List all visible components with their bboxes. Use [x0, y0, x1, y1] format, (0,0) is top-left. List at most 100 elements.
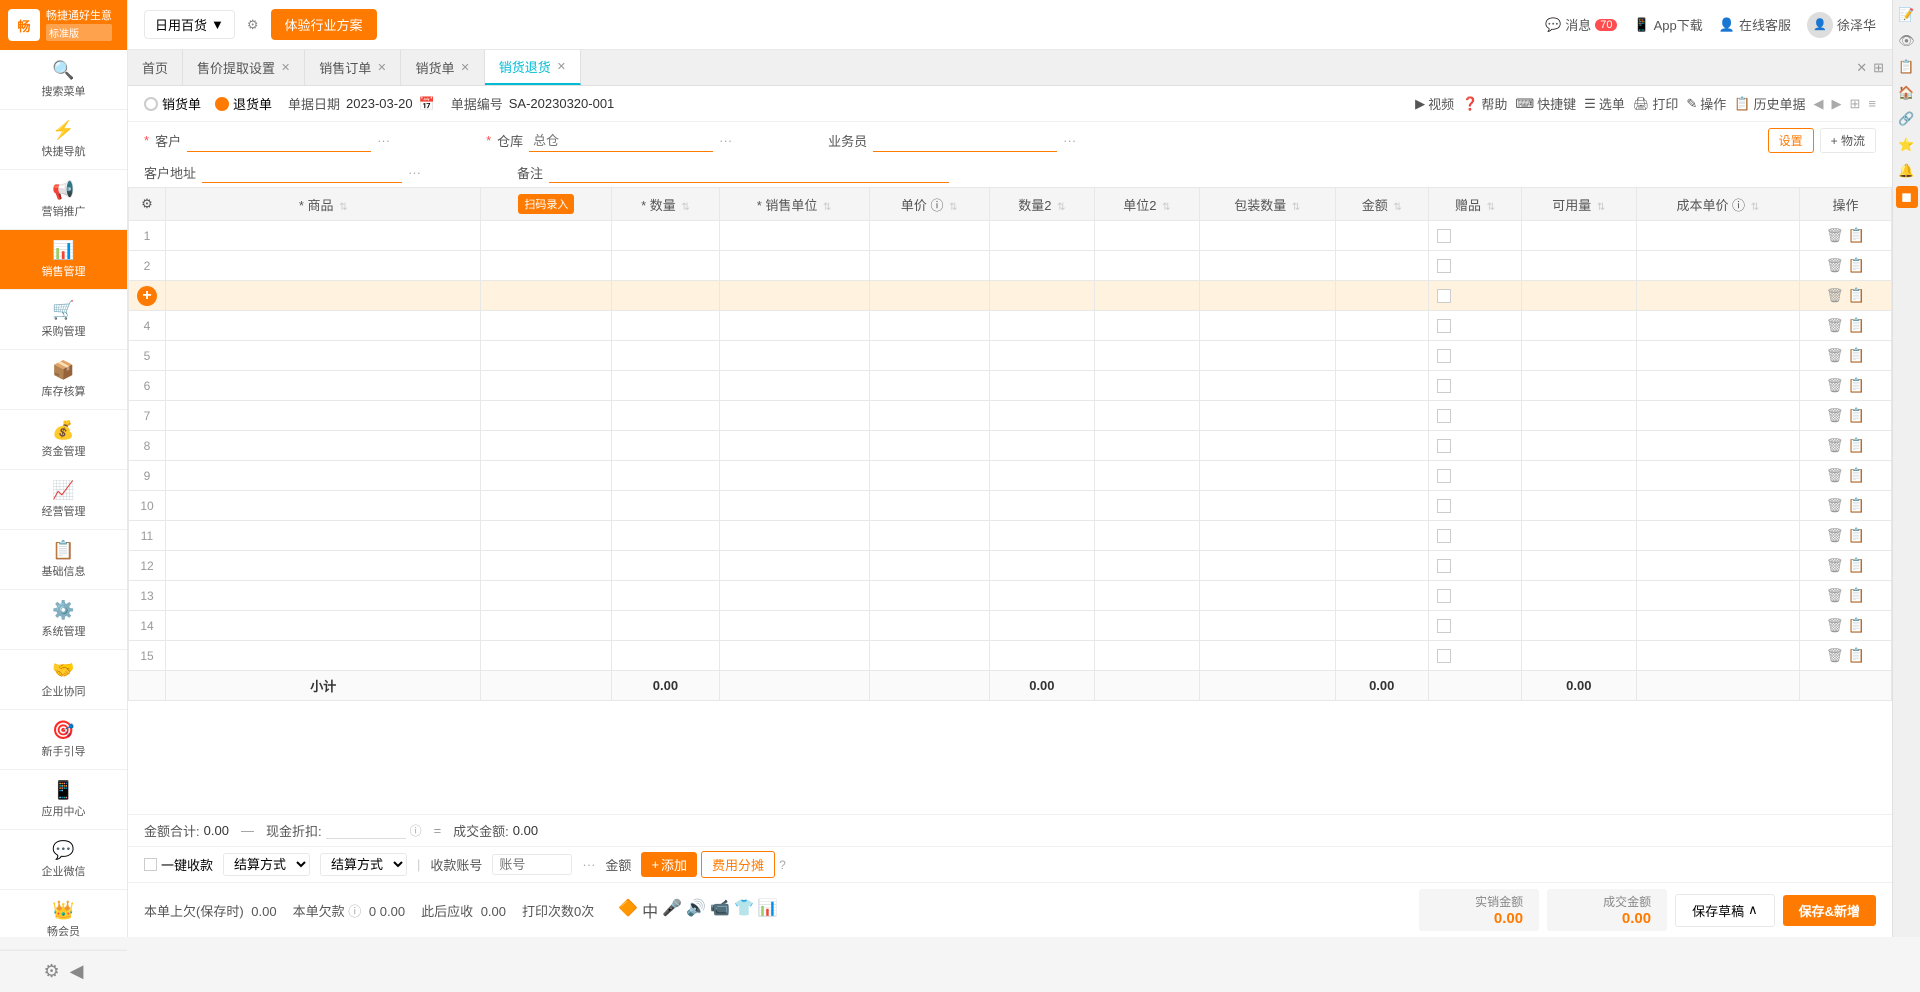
delete-btn[interactable]: 🗑	[1826, 587, 1844, 604]
price-cell[interactable]	[869, 281, 989, 311]
tab-sales-order[interactable]: 销售订单 ✕	[305, 50, 401, 85]
unit-cell[interactable]	[719, 281, 869, 311]
cost-price-cell[interactable]	[1636, 251, 1799, 281]
toolbar-icon-2[interactable]: 中	[642, 898, 658, 922]
gift-checkbox[interactable]	[1437, 289, 1451, 303]
tab-expand-icon[interactable]: ⊞	[1873, 60, 1884, 76]
customer-input[interactable]	[187, 130, 371, 152]
gift-cell[interactable]	[1428, 371, 1521, 401]
price-cell[interactable]	[869, 251, 989, 281]
sidebar-item-system[interactable]: ⚙️ 系统管理	[0, 590, 127, 650]
address-input[interactable]	[202, 161, 402, 183]
gift-cell[interactable]	[1428, 461, 1521, 491]
amount-cell[interactable]	[1335, 371, 1428, 401]
qty-cell[interactable]	[612, 491, 719, 521]
qty2-cell[interactable]	[989, 221, 1094, 251]
gift-checkbox[interactable]	[1437, 529, 1451, 543]
list-view-icon[interactable]: ≡	[1868, 96, 1876, 111]
calculation-select[interactable]: 结算方式	[320, 853, 407, 876]
sidebar-item-inventory[interactable]: 📦 库存核算	[0, 350, 127, 410]
available-cell[interactable]	[1522, 461, 1636, 491]
cost-price-cell[interactable]	[1636, 431, 1799, 461]
tab-close-icon[interactable]: ✕	[377, 61, 386, 74]
copy-btn[interactable]: 📋	[1848, 587, 1865, 604]
sidebar-item-basic[interactable]: 📋 基础信息	[0, 530, 127, 590]
pack-qty-cell[interactable]	[1199, 311, 1335, 341]
delete-btn[interactable]: 🗑	[1826, 377, 1844, 394]
tab-close-icon[interactable]: ✕	[461, 61, 470, 74]
cost-price-cell[interactable]	[1636, 581, 1799, 611]
unit2-cell[interactable]	[1094, 521, 1199, 551]
amount-cell[interactable]	[1335, 401, 1428, 431]
add-btn[interactable]: + + 添加 添加	[641, 852, 697, 877]
unit-cell[interactable]	[719, 461, 869, 491]
goods-cell[interactable]	[166, 551, 481, 581]
gift-checkbox[interactable]	[1437, 559, 1451, 573]
price-cell[interactable]	[869, 461, 989, 491]
goods-input[interactable]	[174, 258, 472, 273]
gift-checkbox[interactable]	[1437, 379, 1451, 393]
toolbar-icon-3[interactable]: 🎤	[662, 898, 682, 922]
customer-picker-icon[interactable]: ···	[377, 133, 390, 148]
right-panel-list-icon[interactable]: 📋	[1896, 56, 1918, 78]
qty2-cell[interactable]	[989, 611, 1094, 641]
unit2-cell[interactable]	[1094, 401, 1199, 431]
amount-cell[interactable]	[1335, 251, 1428, 281]
amount-cell[interactable]	[1335, 461, 1428, 491]
tab-home[interactable]: 首页	[128, 50, 183, 85]
cost-price-cell[interactable]	[1636, 521, 1799, 551]
unit-cell[interactable]	[719, 491, 869, 521]
available-cell[interactable]	[1522, 281, 1636, 311]
delete-btn[interactable]: 🗑	[1826, 407, 1844, 424]
gift-checkbox[interactable]	[1437, 439, 1451, 453]
unit2-cell[interactable]	[1094, 611, 1199, 641]
cost-price-cell[interactable]	[1636, 221, 1799, 251]
price-cell[interactable]	[869, 341, 989, 371]
available-cell[interactable]	[1522, 641, 1636, 671]
available-cell[interactable]	[1522, 341, 1636, 371]
history-action[interactable]: 📋 历史单据	[1734, 94, 1805, 113]
cash-discount-input[interactable]	[326, 823, 406, 839]
price-cell[interactable]	[869, 551, 989, 581]
goods-cell[interactable]	[166, 431, 481, 461]
qty-cell[interactable]	[612, 431, 719, 461]
copy-btn[interactable]: 📋	[1848, 317, 1865, 334]
qty-cell[interactable]	[612, 521, 719, 551]
price-cell[interactable]	[869, 221, 989, 251]
pack-qty-cell[interactable]	[1199, 251, 1335, 281]
pack-qty-cell[interactable]	[1199, 371, 1335, 401]
goods-cell[interactable]	[166, 581, 481, 611]
copy-btn[interactable]: 📋	[1848, 407, 1865, 424]
copy-btn[interactable]: 📋	[1848, 437, 1865, 454]
price-cell[interactable]	[869, 311, 989, 341]
industry-selector[interactable]: 日用百货 ▼	[144, 10, 235, 39]
goods-cell[interactable]	[166, 251, 481, 281]
gift-checkbox[interactable]	[1437, 259, 1451, 273]
qty2-cell[interactable]	[989, 401, 1094, 431]
copy-btn[interactable]: 📋	[1848, 617, 1865, 634]
qty2-cell[interactable]	[989, 311, 1094, 341]
goods-sort-icon[interactable]: ⇅	[339, 202, 347, 213]
grid-view-icon[interactable]: ⊞	[1850, 96, 1861, 112]
tab-close-icon[interactable]: ✕	[281, 61, 290, 74]
toolbar-icon-4[interactable]: 🔊	[686, 898, 706, 922]
available-cell[interactable]	[1522, 371, 1636, 401]
help-action[interactable]: ❓ 帮助	[1462, 94, 1507, 113]
qty2-cell[interactable]	[989, 521, 1094, 551]
goods-cell[interactable]	[166, 461, 481, 491]
sidebar-item-operations[interactable]: 📈 经营管理	[0, 470, 127, 530]
unit-cell[interactable]	[719, 551, 869, 581]
qty-cell[interactable]	[612, 341, 719, 371]
qty2-cell[interactable]	[989, 251, 1094, 281]
delete-btn[interactable]: 🗑	[1826, 467, 1844, 484]
copy-btn[interactable]: 📋	[1848, 467, 1865, 484]
amount-sort-icon[interactable]: ⇅	[1393, 202, 1401, 213]
video-action[interactable]: ▶ 视频	[1415, 94, 1454, 113]
gift-cell[interactable]	[1428, 251, 1521, 281]
available-cell[interactable]	[1522, 491, 1636, 521]
qty2-cell[interactable]	[989, 461, 1094, 491]
available-cell[interactable]	[1522, 311, 1636, 341]
pack-qty-cell[interactable]	[1199, 221, 1335, 251]
delete-btn[interactable]: 🗑	[1826, 527, 1844, 544]
cost-price-cell[interactable]	[1636, 401, 1799, 431]
